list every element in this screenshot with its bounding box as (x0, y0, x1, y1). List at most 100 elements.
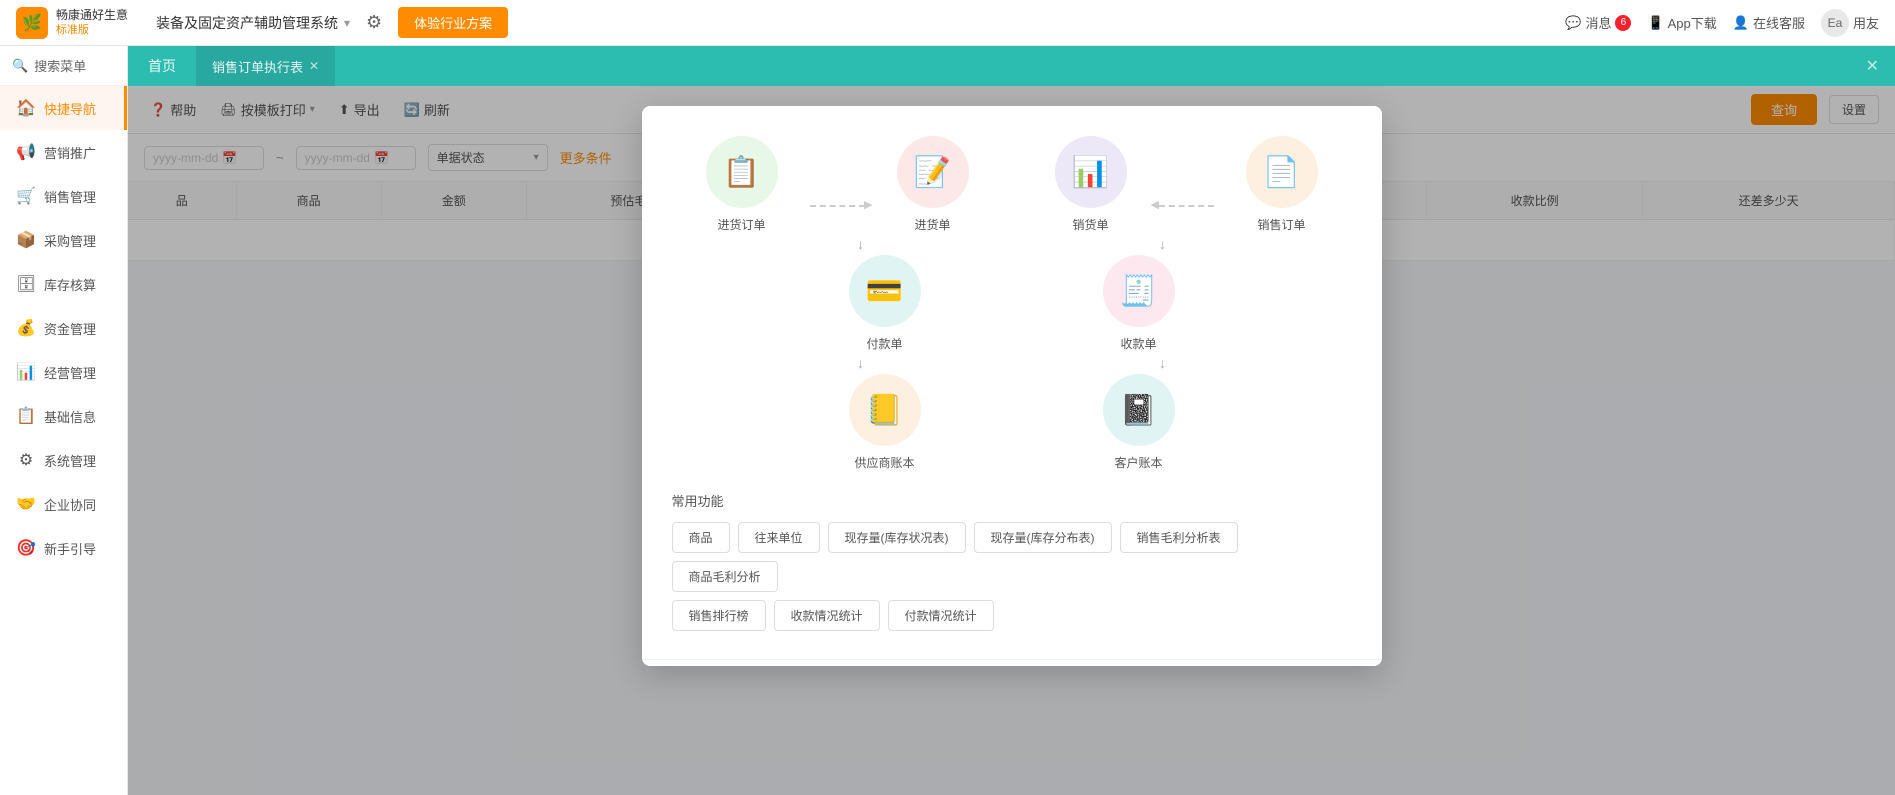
system-title: 装备及固定资产辅助管理系统 ▾ (156, 13, 350, 33)
func-btn-sales-rank[interactable]: 销售排行榜 (672, 600, 766, 631)
common-functions-title: 常用功能 (672, 491, 1352, 510)
sales-order-icon: 📄 (1263, 155, 1300, 190)
sales-order-circle: 📄 (1246, 136, 1318, 208)
search-menu-button[interactable]: 🔍 搜索菜单 (0, 46, 127, 86)
func-btn-payment-stat[interactable]: 付款情况统计 (888, 600, 994, 631)
inventory-icon: 🗄 (16, 274, 36, 294)
base-icon: 📋 (16, 406, 36, 426)
arrow-down-payment: ↓ (825, 233, 897, 255)
content-area: 首页 销售订单执行表 ✕ ✕ ❓ 帮助 🖨 (128, 46, 1895, 795)
flow-node-purchase-order[interactable]: 📋 进货订单 (682, 136, 802, 233)
sidebar-item-purchase[interactable]: 📦 采购管理 (0, 218, 127, 262)
top-bar: 🌿 畅康通好生意 标准版 装备及固定资产辅助管理系统 ▾ ⚙ 体验行业方案 💬 … (0, 0, 1895, 46)
sales-bill-icon: 📊 (1072, 155, 1109, 190)
tab-sales-order[interactable]: 销售订单执行表 ✕ (196, 46, 335, 86)
marketing-icon: 📢 (16, 142, 36, 162)
sidebar: 🔍 搜索菜单 🏠 快捷导航 📢 营销推广 🛒 销售管理 📦 采购管理 🗄 (0, 46, 128, 795)
supplier-ledger-label: 供应商账本 (854, 454, 914, 471)
sidebar-item-enterprise[interactable]: 🤝 企业协同 (0, 482, 127, 526)
customer-ledger-icon: 📓 (1120, 393, 1157, 428)
service-icon: 👤 (1733, 15, 1749, 31)
message-badge: 6 (1615, 15, 1631, 31)
enterprise-icon: 🤝 (16, 494, 36, 514)
app-download-button[interactable]: 📱 App下载 (1647, 13, 1716, 32)
modal-scrollbar: ◀ ▶ (642, 659, 1382, 666)
customer-ledger-circle: 📓 (1103, 374, 1175, 446)
tab-bar: 首页 销售订单执行表 ✕ ✕ (128, 46, 1895, 86)
common-functions: 常用功能 商品 往来单位 现存量(库存状况表) 现存量(库存分布表) 销售毛利分… (642, 491, 1382, 659)
sidebar-item-guide[interactable]: 🎯 新手引导 (0, 526, 127, 570)
supplier-ledger-icon: 📒 (866, 393, 903, 428)
flow-node-sales-order[interactable]: 📄 销售订单 (1222, 136, 1342, 233)
purchase-icon: 📦 (16, 230, 36, 250)
flow-node-receipt-bill[interactable]: 🧾 收款单 (1079, 255, 1199, 352)
trial-button[interactable]: 体验行业方案 (398, 7, 508, 38)
receipt-bill-label: 收款单 (1120, 335, 1156, 352)
page-content: ❓ 帮助 🖨 按模板打印 ▾ ⬆ 导出 🔄 刷新 (128, 86, 1895, 795)
sidebar-item-base[interactable]: 📋 基础信息 (0, 394, 127, 438)
sidebar-item-operations[interactable]: 📊 经营管理 (0, 350, 127, 394)
payment-bill-icon: 💳 (866, 274, 903, 309)
system-dropdown-icon[interactable]: ▾ (344, 16, 350, 30)
logo-area: 🌿 畅康通好生意 标准版 (16, 7, 144, 39)
purchase-order-circle: 📋 (706, 136, 778, 208)
gear-button[interactable]: ⚙ (362, 8, 386, 37)
payment-bill-label: 付款单 (866, 335, 902, 352)
receipt-bill-icon: 🧾 (1120, 274, 1157, 309)
flow-node-sales-bill[interactable]: 📊 销货单 (1031, 136, 1151, 233)
system-icon: ⚙ (16, 450, 36, 470)
modal-dialog: 📋 进货订单 ▶ (642, 106, 1382, 666)
func-btn-product[interactable]: 商品 (672, 522, 730, 553)
arrow-down-receipt: ↓ (1127, 233, 1199, 255)
purchase-bill-label: 进货单 (914, 216, 950, 233)
tab-bar-close-button[interactable]: ✕ (1858, 48, 1887, 84)
purchase-bill-circle: 📝 (897, 136, 969, 208)
tab-home[interactable]: 首页 (128, 46, 196, 86)
arrow-down-customer: ↓ (1127, 352, 1199, 374)
sidebar-item-marketing[interactable]: 📢 营销推广 (0, 130, 127, 174)
payment-bill-circle: 💳 (849, 255, 921, 327)
func-btn-sales-profit[interactable]: 销售毛利分析表 (1120, 522, 1238, 553)
search-icon: 🔍 (12, 58, 28, 74)
purchase-order-icon: 📋 (723, 155, 760, 190)
guide-icon: 🎯 (16, 538, 36, 558)
logo-text: 畅康通好生意 标准版 (56, 8, 128, 38)
purchase-order-label: 进货订单 (717, 216, 765, 233)
app-container: 🌿 畅康通好生意 标准版 装备及固定资产辅助管理系统 ▾ ⚙ 体验行业方案 💬 … (0, 0, 1895, 795)
flow-node-supplier-ledger[interactable]: 📒 供应商账本 (825, 374, 945, 471)
purchase-bill-icon: 📝 (914, 155, 951, 190)
flow-diagram: 📋 进货订单 ▶ (642, 106, 1382, 491)
func-btn-stock-status[interactable]: 现存量(库存状况表) (828, 522, 966, 553)
func-buttons-row1: 商品 往来单位 现存量(库存状况表) 现存量(库存分布表) 销售毛利分析表 商品… (672, 522, 1352, 592)
message-icon: 💬 (1565, 15, 1581, 31)
sidebar-item-system[interactable]: ⚙ 系统管理 (0, 438, 127, 482)
sales-icon: 🛒 (16, 186, 36, 206)
func-buttons-row2: 销售排行榜 收款情况统计 付款情况统计 (672, 600, 1352, 631)
sidebar-item-finance[interactable]: 💰 资金管理 (0, 306, 127, 350)
func-btn-stock-dist[interactable]: 现存量(库存分布表) (974, 522, 1112, 553)
app-icon: 📱 (1647, 15, 1663, 31)
home-icon: 🏠 (16, 98, 36, 118)
sidebar-item-inventory[interactable]: 🗄 库存核算 (0, 262, 127, 306)
flow-node-payment-bill[interactable]: 💳 付款单 (825, 255, 945, 352)
operations-icon: 📊 (16, 362, 36, 382)
flow-node-customer-ledger[interactable]: 📓 客户账本 (1079, 374, 1199, 471)
customer-ledger-label: 客户账本 (1114, 454, 1162, 471)
sales-bill-circle: 📊 (1055, 136, 1127, 208)
flow-node-purchase-bill[interactable]: 📝 进货单 (873, 136, 993, 233)
tab-close-icon[interactable]: ✕ (309, 59, 319, 73)
modal-overlay[interactable]: 📋 进货订单 ▶ (128, 86, 1895, 795)
message-button[interactable]: 💬 消息 6 (1565, 13, 1631, 32)
receipt-bill-circle: 🧾 (1103, 255, 1175, 327)
logo-icon: 🌿 (16, 7, 48, 39)
sales-bill-label: 销货单 (1072, 216, 1108, 233)
func-btn-receipt-stat[interactable]: 收款情况统计 (774, 600, 880, 631)
user-avatar: Ea (1821, 9, 1849, 37)
func-btn-contacts[interactable]: 往来单位 (738, 522, 820, 553)
func-btn-product-profit[interactable]: 商品毛利分析 (672, 561, 778, 592)
main-area: 🔍 搜索菜单 🏠 快捷导航 📢 营销推广 🛒 销售管理 📦 采购管理 🗄 (0, 46, 1895, 795)
sidebar-item-quick-nav[interactable]: 🏠 快捷导航 (0, 86, 127, 130)
user-menu[interactable]: Ea 用友 (1821, 9, 1879, 37)
sidebar-item-sales[interactable]: 🛒 销售管理 (0, 174, 127, 218)
online-service-button[interactable]: 👤 在线客服 (1733, 13, 1805, 32)
